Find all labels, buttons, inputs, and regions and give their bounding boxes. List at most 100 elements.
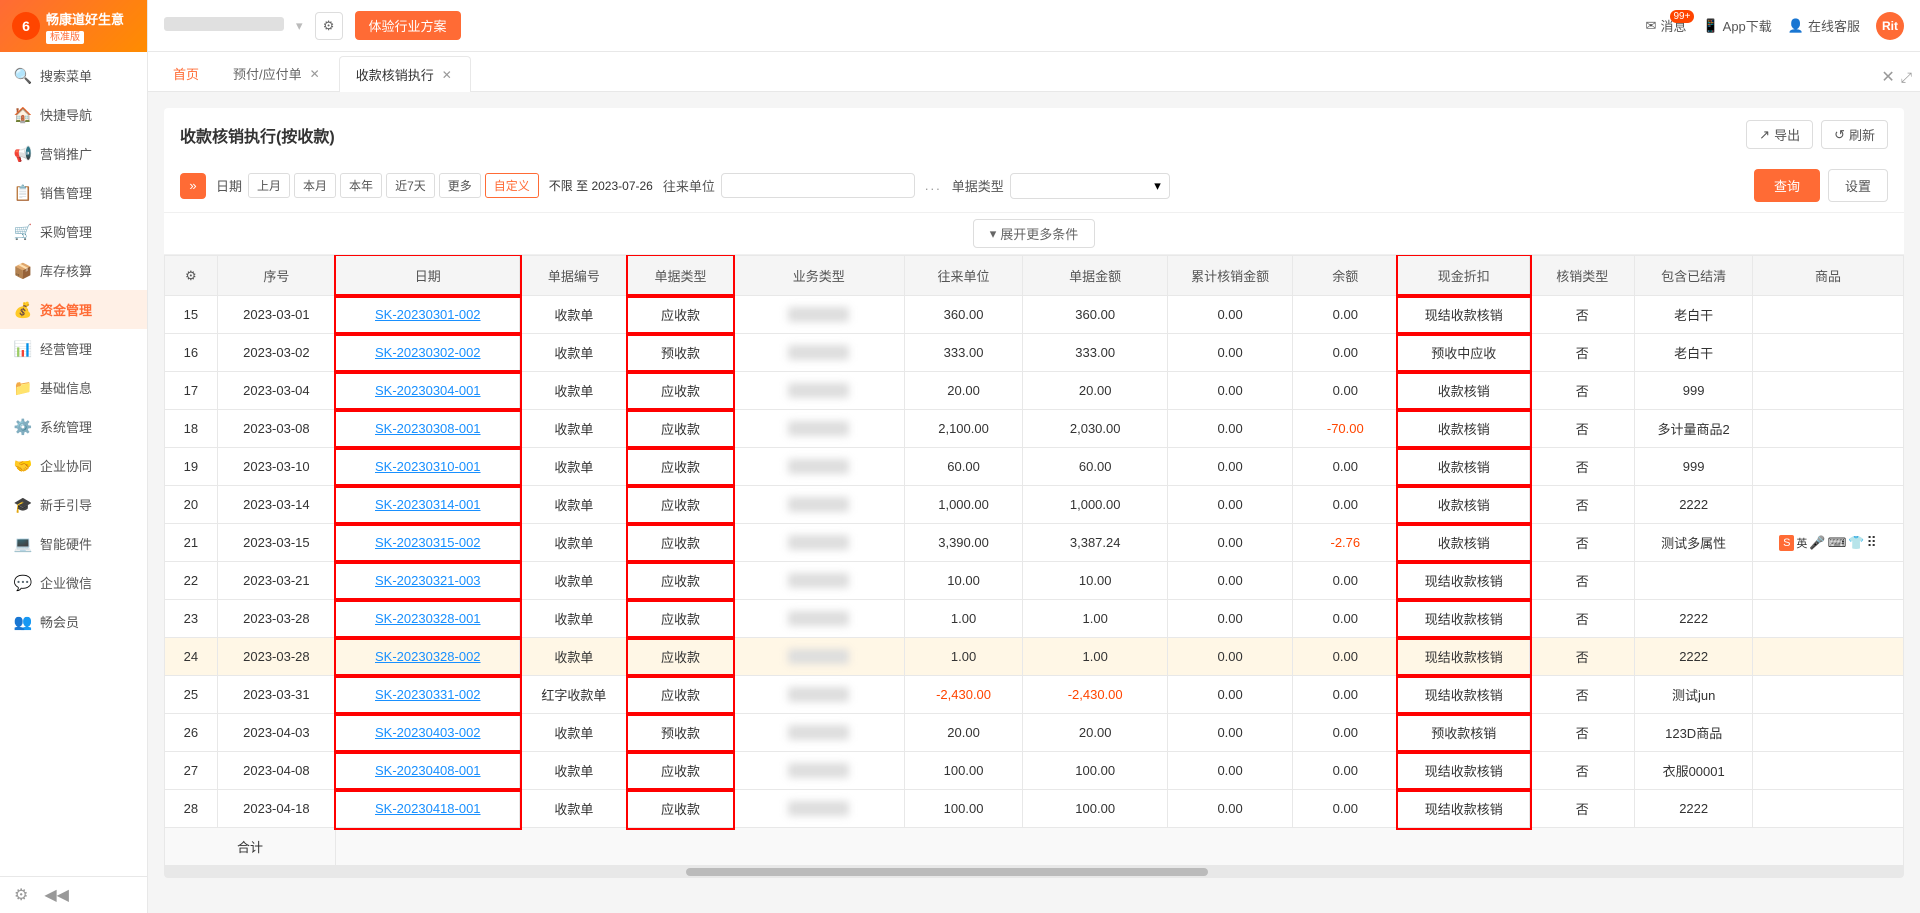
sidebar-item-marketing[interactable]: 📢 营销推广 (0, 134, 147, 173)
order-no-link[interactable]: SK-20230308-001 (375, 421, 481, 436)
order-no-link[interactable]: SK-20230408-001 (375, 763, 481, 778)
sidebar-item-sales[interactable]: 📋 销售管理 (0, 173, 147, 212)
date-last-month[interactable]: 上月 (248, 173, 290, 198)
expand-more-button[interactable]: ▾ 展开更多条件 (973, 219, 1096, 248)
tab-collect-writeoff-close[interactable]: ✕ (440, 68, 454, 82)
scrollbar-thumb[interactable] (686, 868, 1208, 876)
cell-order-no[interactable]: SK-20230321-003 (336, 562, 520, 600)
sidebar-item-weixin[interactable]: 💬 企业微信 (0, 563, 147, 602)
tab-collect-writeoff[interactable]: 收款核销执行 ✕ (339, 56, 471, 92)
table-row[interactable]: 23 2023-03-28 SK-20230328-001 收款单 应收款 1.… (165, 600, 1904, 638)
cell-order-no[interactable]: SK-20230328-002 (336, 638, 520, 676)
sidebar-item-inventory[interactable]: 📦 库存核算 (0, 251, 147, 290)
cell-order-type: 收款单 (520, 372, 628, 410)
date-last-7days[interactable]: 近7天 (386, 173, 435, 198)
cell-order-no[interactable]: SK-20230310-001 (336, 448, 520, 486)
sidebar-item-operation[interactable]: 📊 经营管理 (0, 329, 147, 368)
date-this-month[interactable]: 本月 (294, 173, 336, 198)
sidebar-collapse-icon[interactable]: ◀◀ (44, 885, 69, 905)
sidebar-settings-icon[interactable]: ⚙ (14, 885, 28, 905)
horizontal-scrollbar[interactable] (164, 866, 1904, 878)
sidebar-item-basic[interactable]: 📁 基础信息 (0, 368, 147, 407)
cell-date: 2023-03-10 (217, 448, 335, 486)
partner-input[interactable] (721, 173, 915, 198)
order-no-link[interactable]: SK-20230328-001 (375, 611, 481, 626)
date-custom[interactable]: 自定义 (485, 173, 539, 198)
order-no-link[interactable]: SK-20230301-002 (375, 307, 481, 322)
sidebar-item-member[interactable]: 👥 畅会员 (0, 602, 147, 641)
date-this-year[interactable]: 本年 (340, 173, 382, 198)
cell-order-no[interactable]: SK-20230308-001 (336, 410, 520, 448)
window-maximize-icon[interactable]: ⤢ (1901, 69, 1912, 86)
table-row[interactable]: 20 2023-03-14 SK-20230314-001 收款单 应收款 1,… (165, 486, 1904, 524)
table-settings-icon[interactable]: ⚙ (185, 268, 197, 283)
tab-advance-payment[interactable]: 预付/应付单 ✕ (216, 55, 339, 91)
tab-home[interactable]: 首页 (156, 55, 216, 91)
order-no-link[interactable]: SK-20230331-002 (375, 687, 481, 702)
voucher-type-select[interactable]: ▾ (1010, 173, 1170, 199)
message-button[interactable]: ✉ 消息 99+ (1646, 16, 1687, 35)
filter-collapse-button[interactable]: » (180, 173, 206, 199)
query-button[interactable]: 查询 (1754, 169, 1820, 202)
app-download-button[interactable]: 📱 App下载 (1702, 16, 1771, 35)
cell-order-no[interactable]: SK-20230408-001 (336, 752, 520, 790)
sidebar-item-enterprise[interactable]: 🤝 企业协同 (0, 446, 147, 485)
sidebar-item-finance[interactable]: 💰 资金管理 (0, 290, 147, 329)
cell-discount: 0.00 (1293, 562, 1398, 600)
cell-order-no[interactable]: SK-20230302-002 (336, 334, 520, 372)
order-no-link[interactable]: SK-20230304-001 (375, 383, 481, 398)
solution-button[interactable]: 体验行业方案 (355, 11, 461, 40)
cell-order-no[interactable]: SK-20230301-002 (336, 296, 520, 334)
order-no-link[interactable]: SK-20230315-002 (375, 535, 481, 550)
cell-order-no[interactable]: SK-20230403-002 (336, 714, 520, 752)
cell-order-no[interactable]: SK-20230328-001 (336, 600, 520, 638)
table-row[interactable]: 17 2023-03-04 SK-20230304-001 收款单 应收款 20… (165, 372, 1904, 410)
table-row[interactable]: 18 2023-03-08 SK-20230308-001 收款单 应收款 2,… (165, 410, 1904, 448)
export-button[interactable]: ↗ 导出 (1746, 120, 1813, 149)
sidebar-item-purchase[interactable]: 🛒 采购管理 (0, 212, 147, 251)
table-header-row: ⚙ 序号 日期 单据编号 单据类型 业务类型 往来单位 单据金额 累计核销金额 … (165, 256, 1904, 296)
cell-order-no[interactable]: SK-20230304-001 (336, 372, 520, 410)
order-no-link[interactable]: SK-20230403-002 (375, 725, 481, 740)
sidebar-item-label: 智能硬件 (40, 534, 92, 553)
cell-order-no[interactable]: SK-20230314-001 (336, 486, 520, 524)
table-row[interactable]: 19 2023-03-10 SK-20230310-001 收款单 应收款 60… (165, 448, 1904, 486)
table-row[interactable]: 28 2023-04-18 SK-20230418-001 收款单 应收款 10… (165, 790, 1904, 828)
sidebar-item-label: 资金管理 (40, 300, 92, 319)
phone-icon: 📱 (1702, 18, 1718, 34)
table-row[interactable]: 15 2023-03-01 SK-20230301-002 收款单 应收款 36… (165, 296, 1904, 334)
sidebar-item-system[interactable]: ⚙️ 系统管理 (0, 407, 147, 446)
refresh-button[interactable]: ↺ 刷新 (1821, 120, 1888, 149)
table-row[interactable]: 25 2023-03-31 SK-20230331-002 红字收款单 应收款 … (165, 676, 1904, 714)
sidebar-item-guide[interactable]: 🎓 新手引导 (0, 485, 147, 524)
user-avatar[interactable]: Rit (1876, 12, 1904, 40)
cell-order-no[interactable]: SK-20230315-002 (336, 524, 520, 562)
order-no-link[interactable]: SK-20230321-003 (375, 573, 481, 588)
order-no-link[interactable]: SK-20230310-001 (375, 459, 481, 474)
sidebar-item-search[interactable]: 🔍 搜索菜单 (0, 56, 147, 95)
tab-advance-payment-close[interactable]: ✕ (308, 67, 322, 81)
sidebar-item-hardware[interactable]: 💻 智能硬件 (0, 524, 147, 563)
table-row[interactable]: 21 2023-03-15 SK-20230315-002 收款单 应收款 3,… (165, 524, 1904, 562)
order-no-link[interactable]: SK-20230302-002 (375, 345, 481, 360)
topbar-settings-button[interactable]: ⚙ (315, 12, 343, 40)
table-row[interactable]: 24 2023-03-28 SK-20230328-002 收款单 应收款 1.… (165, 638, 1904, 676)
cell-order-no[interactable]: SK-20230418-001 (336, 790, 520, 828)
online-service-button[interactable]: 👤 在线客服 (1788, 16, 1860, 35)
table-row[interactable]: 26 2023-04-03 SK-20230403-002 收款单 预收款 20… (165, 714, 1904, 752)
col-header-settings[interactable]: ⚙ (165, 256, 218, 296)
sidebar-item-shortcut[interactable]: 🏠 快捷导航 (0, 95, 147, 134)
order-no-link[interactable]: SK-20230328-002 (375, 649, 481, 664)
filter-settings-button[interactable]: 设置 (1828, 169, 1888, 202)
cell-order-no[interactable]: SK-20230331-002 (336, 676, 520, 714)
order-no-link[interactable]: SK-20230314-001 (375, 497, 481, 512)
window-close-icon[interactable]: ✕ (1881, 67, 1894, 87)
table-row[interactable]: 16 2023-03-02 SK-20230302-002 收款单 预收款 33… (165, 334, 1904, 372)
order-no-link[interactable]: SK-20230418-001 (375, 801, 481, 816)
cell-goods2 (1752, 752, 1903, 790)
topbar-dropdown[interactable]: ▾ (296, 18, 303, 34)
table-row[interactable]: 22 2023-03-21 SK-20230321-003 收款单 应收款 10… (165, 562, 1904, 600)
date-more[interactable]: 更多 (439, 173, 481, 198)
table-row[interactable]: 27 2023-04-08 SK-20230408-001 收款单 应收款 10… (165, 752, 1904, 790)
col-header-order-no: 日期 (336, 256, 520, 296)
